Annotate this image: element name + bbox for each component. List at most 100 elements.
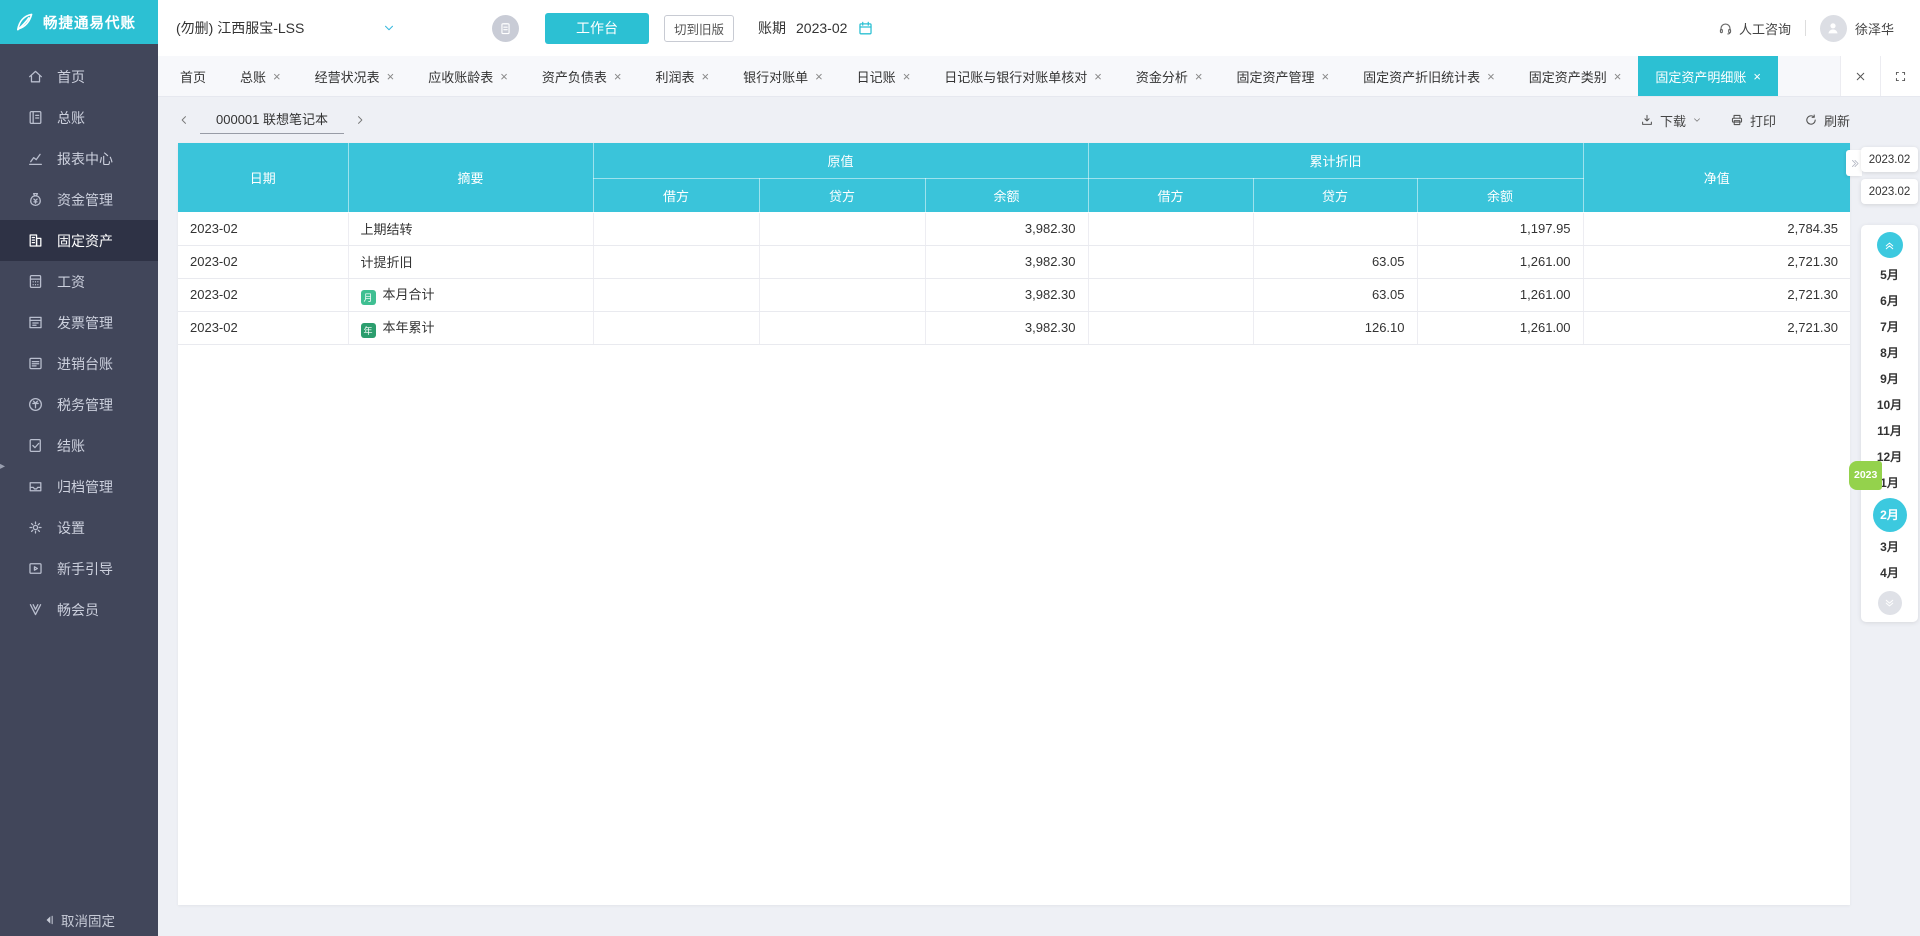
tab-home[interactable]: 首页: [163, 56, 223, 96]
workbench-button[interactable]: 工作台: [545, 13, 649, 44]
tab-balance-sheet[interactable]: 资产负债表×: [525, 56, 639, 96]
month-item[interactable]: 6月: [1861, 288, 1918, 314]
months-scroll-down-button[interactable]: [1878, 591, 1902, 615]
sidebar-item-salary[interactable]: 工资: [0, 261, 158, 302]
sidebar-item-home[interactable]: 首页: [0, 56, 158, 97]
table-row[interactable]: 2023-02计提折旧3,982.3063.051,261.002,721.30: [178, 245, 1850, 278]
prev-asset-button[interactable]: [178, 114, 190, 126]
tab-fa-depreciation-stats[interactable]: 固定资产折旧统计表×: [1346, 56, 1512, 96]
clipboard-button[interactable]: [492, 15, 519, 42]
tab-close-icon[interactable]: ×: [1614, 69, 1622, 84]
sidebar-item-beginner-guide[interactable]: 新手引导: [0, 548, 158, 589]
print-button[interactable]: 打印: [1730, 111, 1776, 130]
sidebar-item-invoice-management[interactable]: 发票管理: [0, 302, 158, 343]
sidebar-unpin-label: 取消固定: [61, 910, 115, 930]
tab-journal[interactable]: 日记账×: [840, 56, 928, 96]
tab-close-icon[interactable]: ×: [387, 69, 395, 84]
month-item[interactable]: 10月: [1861, 392, 1918, 418]
sidebar-item-tax-management[interactable]: 税务管理: [0, 384, 158, 425]
tab-fixed-asset-management[interactable]: 固定资产管理×: [1220, 56, 1347, 96]
sidebar-item-closing[interactable]: 结账: [0, 425, 158, 466]
table-row[interactable]: 2023-02年本年累计3,982.30126.101,261.002,721.…: [178, 311, 1850, 344]
col-header-ov-credit[interactable]: 贷方: [759, 178, 925, 212]
tab-close-icon[interactable]: ×: [273, 69, 281, 84]
fullscreen-button[interactable]: [1880, 56, 1920, 96]
sidebar-item-archive-management[interactable]: 归档管理: [0, 466, 158, 507]
table-row[interactable]: 2023-02月本月合计3,982.3063.051,261.002,721.3…: [178, 278, 1850, 311]
asset-code-name[interactable]: 000001 联想笔记本: [200, 106, 344, 134]
closing-icon: [27, 437, 44, 454]
tab-close-icon[interactable]: ×: [614, 69, 622, 84]
tab-fa-detail-ledger[interactable]: 固定资产明细账×: [1638, 56, 1778, 96]
col-header-ov-debit[interactable]: 借方: [593, 178, 759, 212]
month-label: 11月: [1877, 424, 1902, 438]
next-asset-button[interactable]: [354, 114, 366, 126]
month-item[interactable]: 9月: [1861, 366, 1918, 392]
tab-fund-analysis[interactable]: 资金分析×: [1119, 56, 1220, 96]
month-item[interactable]: 2月: [1873, 498, 1907, 532]
close-all-tabs-button[interactable]: [1840, 56, 1880, 96]
summary-label: 计提折旧: [361, 255, 413, 270]
col-header-original-value[interactable]: 原值: [593, 143, 1088, 178]
tab-journal-bank-check[interactable]: 日记账与银行对账单核对×: [927, 56, 1119, 96]
sidebar-item-fund-management[interactable]: 资金管理: [0, 179, 158, 220]
tab-close-icon[interactable]: ×: [903, 69, 911, 84]
refresh-button[interactable]: 刷新: [1804, 111, 1850, 130]
tab-receivable-aging[interactable]: 应收账龄表×: [411, 56, 525, 96]
sidebar-collapse-handle[interactable]: ▸: [0, 462, 5, 472]
col-header-ad-debit[interactable]: 借方: [1088, 178, 1253, 212]
col-header-net-value[interactable]: 净值: [1583, 143, 1850, 212]
month-item[interactable]: 20231月: [1861, 470, 1918, 496]
tab-close-icon[interactable]: ×: [815, 69, 823, 84]
tab-close-icon[interactable]: ×: [500, 69, 508, 84]
months: 5月6月7月8月9月10月11月12月20231月2月3月4月: [1861, 262, 1918, 586]
table-card: 日期 摘要 原值 累计折旧 净值 借方 贷方 余额 借方 贷方 余额: [178, 143, 1850, 905]
company-select[interactable]: (勿删) 江西服宝-LSS: [176, 18, 396, 38]
col-header-accumulated-depreciation[interactable]: 累计折旧: [1088, 143, 1583, 178]
tab-close-icon[interactable]: ×: [701, 69, 709, 84]
month-item[interactable]: 11月: [1861, 418, 1918, 444]
tab-close-icon[interactable]: ×: [1195, 69, 1203, 84]
period-pill[interactable]: 2023.02: [1861, 147, 1918, 172]
tab-close-icon[interactable]: ×: [1753, 69, 1761, 84]
tab-close-icon[interactable]: ×: [1094, 69, 1102, 84]
col-header-summary[interactable]: 摘要: [348, 143, 593, 212]
month-item[interactable]: 3月: [1861, 534, 1918, 560]
user-menu[interactable]: 徐泽华: [1820, 15, 1894, 42]
cell-ov-debit: [593, 212, 759, 245]
tab-close-icon[interactable]: ×: [1322, 69, 1330, 84]
tab-label: 首页: [180, 67, 206, 86]
sidebar-unpin-button[interactable]: 取消固定: [0, 904, 158, 936]
tab-fa-category[interactable]: 固定资产类别×: [1512, 56, 1639, 96]
download-button[interactable]: 下载: [1640, 111, 1702, 130]
cell-ad-credit: 63.05: [1253, 278, 1417, 311]
sidebar-item-general-ledger[interactable]: 总账: [0, 97, 158, 138]
switch-old-version-button[interactable]: 切到旧版: [664, 15, 734, 42]
period-pill[interactable]: 2023.02: [1861, 179, 1918, 204]
col-header-ad-credit[interactable]: 贷方: [1253, 178, 1417, 212]
tab-income-statement[interactable]: 利润表×: [638, 56, 726, 96]
months-scroll-up-button[interactable]: [1877, 232, 1903, 258]
support-link[interactable]: 人工咨询: [1718, 19, 1791, 38]
month-item[interactable]: 5月: [1861, 262, 1918, 288]
double-chevron-up-icon: [1883, 239, 1896, 252]
calendar-icon[interactable]: [857, 20, 874, 37]
tab-general-ledger[interactable]: 总账×: [223, 56, 298, 96]
tab-close-icon[interactable]: ×: [1487, 69, 1495, 84]
col-header-ov-balance[interactable]: 余额: [925, 178, 1088, 212]
col-header-ad-balance[interactable]: 余额: [1417, 178, 1583, 212]
tab-bank-statement[interactable]: 银行对账单×: [726, 56, 840, 96]
sidebar-item-report-center[interactable]: 报表中心: [0, 138, 158, 179]
month-item[interactable]: 7月: [1861, 314, 1918, 340]
month-item[interactable]: 8月: [1861, 340, 1918, 366]
month-item[interactable]: 4月: [1861, 560, 1918, 586]
fixed-asset-detail-table: 日期 摘要 原值 累计折旧 净值 借方 贷方 余额 借方 贷方 余额: [178, 143, 1850, 345]
sidebar-item-settings[interactable]: 设置: [0, 507, 158, 548]
tab-operating-status[interactable]: 经营状况表×: [298, 56, 412, 96]
month-label: 9月: [1880, 372, 1899, 386]
sidebar-item-trade-ledger[interactable]: 进销台账: [0, 343, 158, 384]
col-header-date[interactable]: 日期: [178, 143, 348, 212]
sidebar-item-member[interactable]: 畅会员: [0, 589, 158, 630]
sidebar-item-fixed-assets[interactable]: 固定资产: [0, 220, 158, 261]
table-row[interactable]: 2023-02上期结转3,982.301,197.952,784.35: [178, 212, 1850, 245]
